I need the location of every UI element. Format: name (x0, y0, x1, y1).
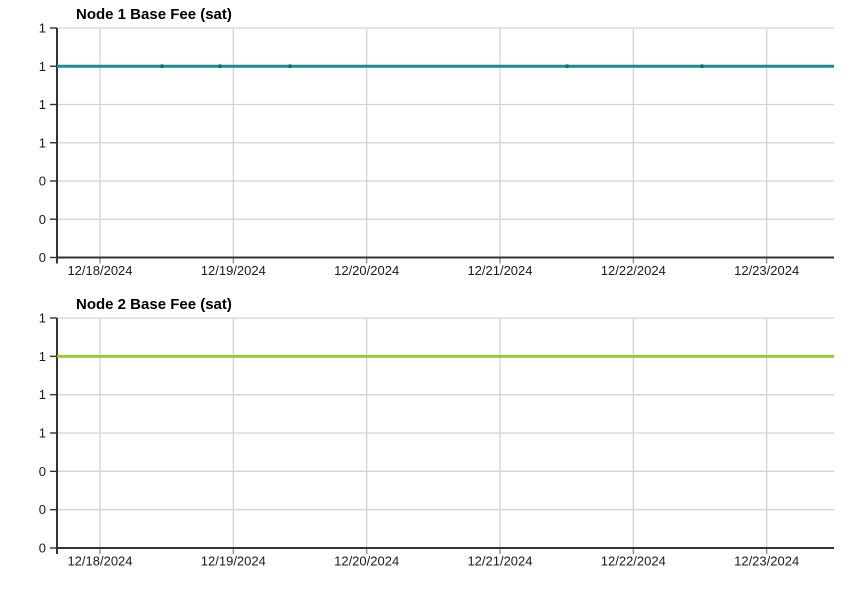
y-tick-label: 0 (39, 464, 46, 479)
y-tick-label: 1 (39, 349, 46, 364)
series-point-marker (700, 64, 704, 68)
charts-svg: 1 1 1 1 0 0 0 12/18/2024 12/19/2024 12/20/2024 12/… (0, 0, 860, 600)
x-tick-label: 12/23/2024 (734, 554, 799, 569)
x-tick-label: 12/21/2024 (467, 554, 532, 569)
y-tick-label: 0 (39, 212, 46, 227)
y-tick-label: 0 (39, 541, 46, 556)
x-tick-label: 12/18/2024 (67, 263, 132, 278)
base-fee-dashboard: Node 1 Base Fee (sat) Node 2 Base Fee (s… (0, 0, 860, 600)
y-tick-label: 1 (39, 311, 46, 326)
y-tick-label: 1 (39, 21, 46, 36)
series-point-marker (218, 64, 222, 68)
x-tick-label: 12/22/2024 (601, 263, 666, 278)
x-tick-label: 12/20/2024 (334, 263, 399, 278)
y-tick-label: 0 (39, 502, 46, 517)
y-tick-label: 1 (39, 59, 46, 74)
x-tick-label: 12/23/2024 (734, 263, 799, 278)
x-tick-label: 12/21/2024 (467, 263, 532, 278)
series-point-marker (565, 64, 569, 68)
x-tick-label: 12/19/2024 (201, 554, 266, 569)
y-tick-label: 1 (39, 97, 46, 112)
y-tick-label: 1 (39, 426, 46, 441)
x-tick-label: 12/18/2024 (67, 554, 132, 569)
y-tick-label: 1 (39, 387, 46, 402)
y-tick-label: 1 (39, 135, 46, 150)
y-tick-label: 0 (39, 174, 46, 189)
series-point-marker (288, 64, 292, 68)
x-tick-label: 12/20/2024 (334, 554, 399, 569)
y-tick-label: 0 (39, 250, 46, 265)
x-tick-label: 12/22/2024 (601, 554, 666, 569)
series-point-marker (160, 64, 164, 68)
x-tick-label: 12/19/2024 (201, 263, 266, 278)
